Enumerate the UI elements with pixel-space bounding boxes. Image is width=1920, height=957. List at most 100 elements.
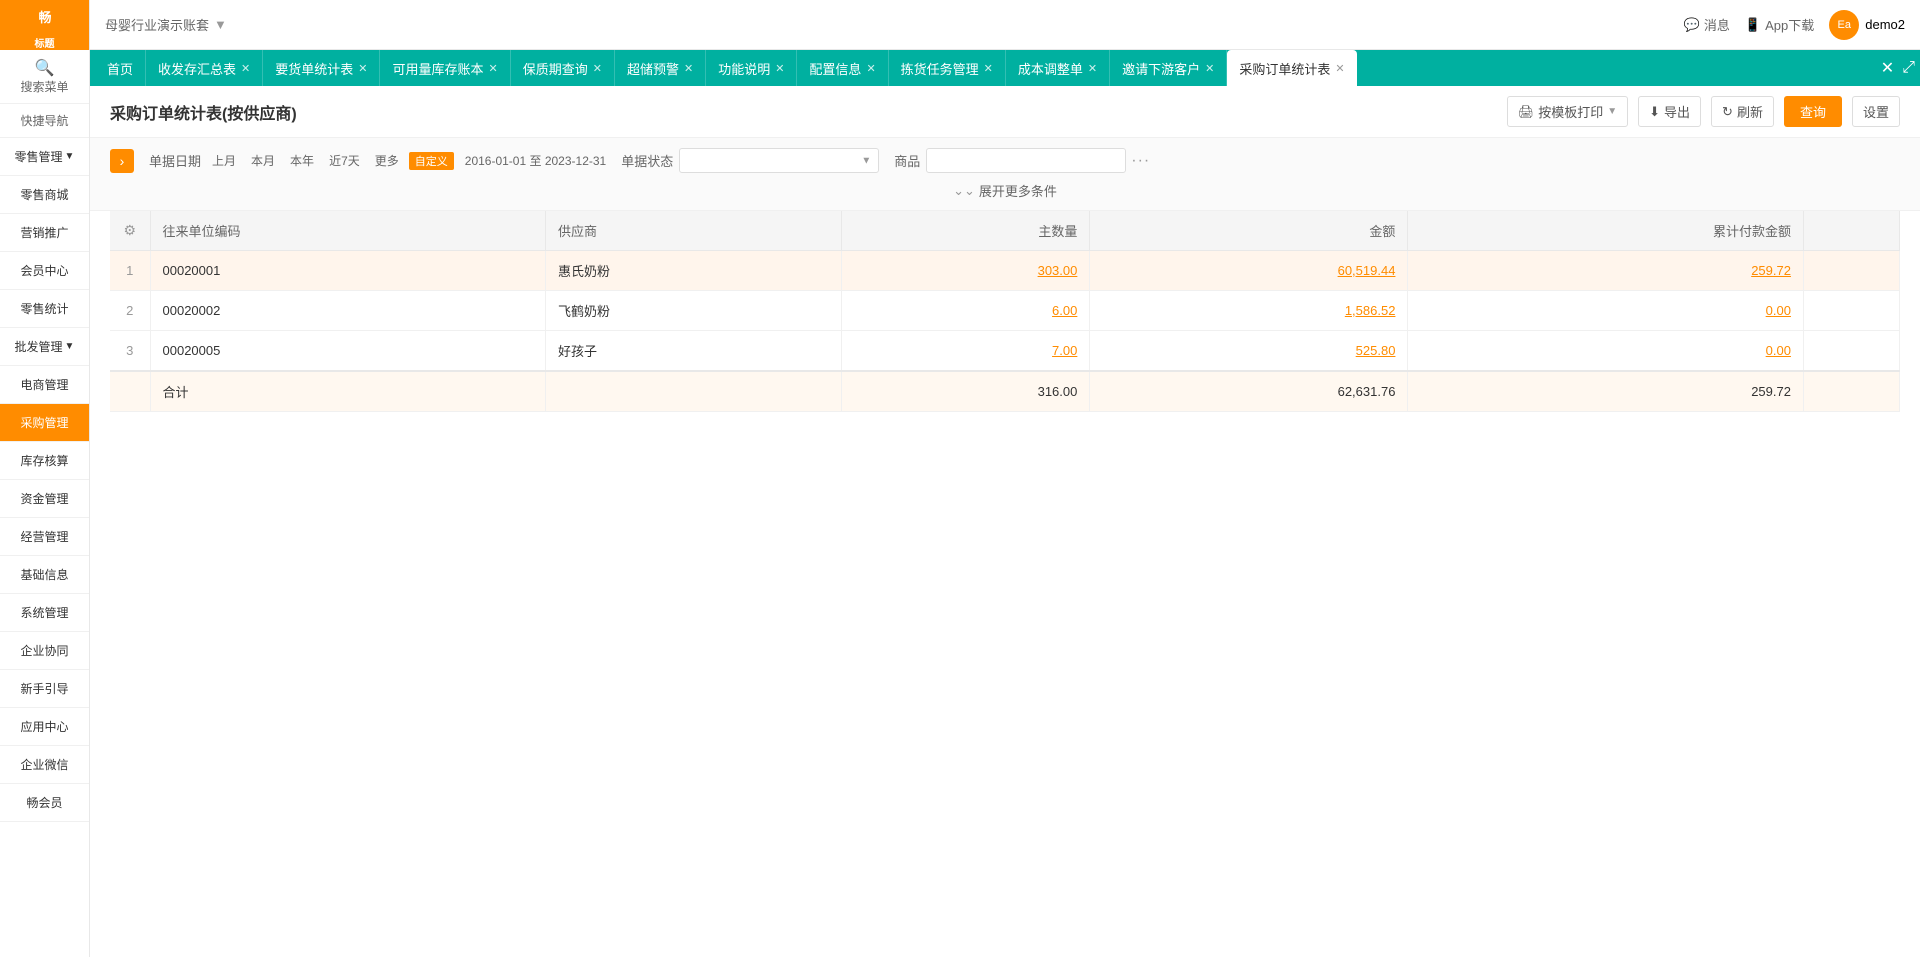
tab-purchase-summary[interactable]: 采购订单统计表 ✕ [1227,50,1356,86]
sidebar-item-retail-stats[interactable]: 零售统计 [0,290,89,328]
topbar-actions: 💬 消息 📱 App下载 Ea demo2 [1684,10,1905,40]
shortcut-last-month[interactable]: 上月 [207,150,241,171]
tabbar-end: ✕ ⤢ [1881,58,1915,78]
footer-empty3 [1803,371,1899,412]
filter-area: › 单据日期 上月 本月 本年 近7天 更多 自定义 2016-01-01 至 … [90,138,1920,211]
more-options-icon[interactable]: ··· [1131,152,1150,170]
tab-usable-inventory[interactable]: 可用量库存账本 ✕ [380,50,510,86]
export-button[interactable]: ⬇ 导出 [1638,96,1701,127]
svg-text:畅: 畅 [38,10,51,25]
tab-close-icon[interactable]: ✕ [1205,62,1214,75]
sidebar-item-wechat[interactable]: 企业微信 [0,746,89,784]
tab-close-icon[interactable]: ✕ [866,62,875,75]
tab-close-icon[interactable]: ✕ [593,62,602,75]
col-extra [1803,211,1899,251]
sidebar-item-enterprise[interactable]: 企业协同 [0,632,89,670]
row-code: 00020001 [150,251,546,291]
tab-function[interactable]: 功能说明 ✕ [706,50,797,86]
tab-close-icon[interactable]: ✕ [984,62,993,75]
workspace-selector[interactable]: 母婴行业演示账套 ▼ [105,15,1674,34]
sidebar-item-inventory[interactable]: 库存核算 [0,442,89,480]
sidebar-item-purchase[interactable]: 采购管理 [0,404,89,442]
table-row[interactable]: 3 00020005 好孩子 7.00 525.80 0.00 [110,331,1900,372]
date-range-display: 2016-01-01 至 2023-12-31 [465,152,606,169]
sidebar-item-member2[interactable]: 畅会员 [0,784,89,822]
sidebar-item-marketing[interactable]: 营销推广 [0,214,89,252]
column-settings-icon[interactable]: ⚙ [123,222,136,238]
tab-receive[interactable]: 收发存汇总表 ✕ [146,50,263,86]
tab-close-icon[interactable]: ✕ [358,62,367,75]
tab-close-icon[interactable]: ✕ [1088,62,1097,75]
sidebar-item-wholesale[interactable]: 批发管理 ▼ [0,328,89,366]
table-row[interactable]: 2 00020002 飞鹤奶粉 6.00 1,586.52 0.00 [110,291,1900,331]
sidebar-item-basic-info[interactable]: 基础信息 [0,556,89,594]
tab-close-all-icon[interactable]: ✕ [1881,58,1894,78]
shortcut-more[interactable]: 更多 [370,150,404,171]
filter-toggle-button[interactable]: › [110,149,134,173]
tab-maximize-icon[interactable]: ⤢ [1902,59,1915,77]
sidebar-item-new-guide[interactable]: 新手引导 [0,670,89,708]
message-button[interactable]: 💬 消息 [1684,15,1730,34]
print-button[interactable]: 🖨 按模板打印 ▼ [1507,96,1628,127]
shortcut-7-days[interactable]: 近7天 [324,150,365,171]
sidebar-item-operations[interactable]: 经营管理 [0,518,89,556]
footer-label: 合计 [150,371,546,412]
tab-config[interactable]: 配置信息 ✕ [797,50,888,86]
tab-close-icon[interactable]: ✕ [684,62,693,75]
sidebar-item-member[interactable]: 会员中心 [0,252,89,290]
row-extra [1803,291,1899,331]
query-button[interactable]: 查询 [1784,96,1842,127]
tab-home[interactable]: 首页 [95,50,146,86]
row-extra [1803,251,1899,291]
row-amount: 525.80 [1090,331,1408,372]
row-paid: 259.72 [1408,251,1804,291]
goods-input[interactable] [926,148,1126,173]
tabbar: 首页 收发存汇总表 ✕ 要货单统计表 ✕ 可用量库存账本 ✕ 保质期查询 ✕ 超… [90,50,1920,86]
main-area: 母婴行业演示账套 ▼ 💬 消息 📱 App下载 Ea demo2 首页 [90,0,1920,957]
tab-overstock[interactable]: 超储预警 ✕ [615,50,706,86]
filter-status-item: 单据状态 ▼ [621,148,879,173]
goods-input-wrapper: ··· [926,148,1150,173]
row-supplier: 好孩子 [546,331,842,372]
table-area: ⚙ 往来单位编码 供应商 主数量 金额 累计付款金额 1 00020001 惠氏… [90,211,1920,957]
table-header-row: ⚙ 往来单位编码 供应商 主数量 金额 累计付款金额 [110,211,1900,251]
shortcut-this-year[interactable]: 本年 [285,150,319,171]
export-icon: ⬇ [1649,104,1660,120]
sidebar-item-system[interactable]: 系统管理 [0,594,89,632]
page-header: 采购订单统计表(按供应商) 🖨 按模板打印 ▼ ⬇ 导出 ↻ 刷新 查询 设置 [90,86,1920,138]
sidebar-item-ecommerce[interactable]: 电商管理 [0,366,89,404]
tab-close-icon[interactable]: ✕ [1335,62,1344,75]
tab-invite-customer[interactable]: 邀请下游客户 ✕ [1110,50,1227,86]
status-select[interactable] [679,148,879,173]
tab-close-icon[interactable]: ✕ [241,62,250,75]
custom-date-badge[interactable]: 自定义 [409,152,454,170]
tab-close-icon[interactable]: ✕ [775,62,784,75]
tab-close-icon[interactable]: ✕ [489,62,498,75]
row-quantity: 7.00 [841,331,1090,372]
tab-cost-adjust[interactable]: 成本调整单 ✕ [1006,50,1110,86]
footer-paid: 259.72 [1408,371,1804,412]
col-paid: 累计付款金额 [1408,211,1804,251]
user-menu[interactable]: Ea demo2 [1829,10,1905,40]
settings-button[interactable]: 设置 [1852,96,1900,127]
expand-more-button[interactable]: ⌄⌄ 展开更多条件 [953,181,1057,200]
sidebar-item-finance[interactable]: 资金管理 [0,480,89,518]
sidebar-item-retail-mall[interactable]: 零售商城 [0,176,89,214]
logo: 畅 标题 [0,0,89,50]
chevron-down-icon: ⌄⌄ [953,183,975,199]
tab-warranty[interactable]: 保质期查询 ✕ [511,50,615,86]
col-supplier: 供应商 [546,211,842,251]
app-download-button[interactable]: 📱 App下载 [1745,15,1814,34]
sidebar-item-retail-manage[interactable]: 零售管理 ▼ [0,138,89,176]
refresh-button[interactable]: ↻ 刷新 [1711,96,1774,127]
shortcut-this-month[interactable]: 本月 [246,150,280,171]
status-filter-label: 单据状态 [621,151,673,170]
sidebar-item-quick-nav[interactable]: 快捷导航 [0,104,89,138]
table-row[interactable]: 1 00020001 惠氏奶粉 303.00 60,519.44 259.72 [110,251,1900,291]
sidebar-item-search[interactable]: 🔍 搜索菜单 [0,50,89,104]
row-extra [1803,331,1899,372]
sidebar-item-app-center[interactable]: 应用中心 [0,708,89,746]
tab-requisition[interactable]: 要货单统计表 ✕ [263,50,380,86]
tab-pick-task[interactable]: 拣货任务管理 ✕ [889,50,1006,86]
row-code: 00020002 [150,291,546,331]
